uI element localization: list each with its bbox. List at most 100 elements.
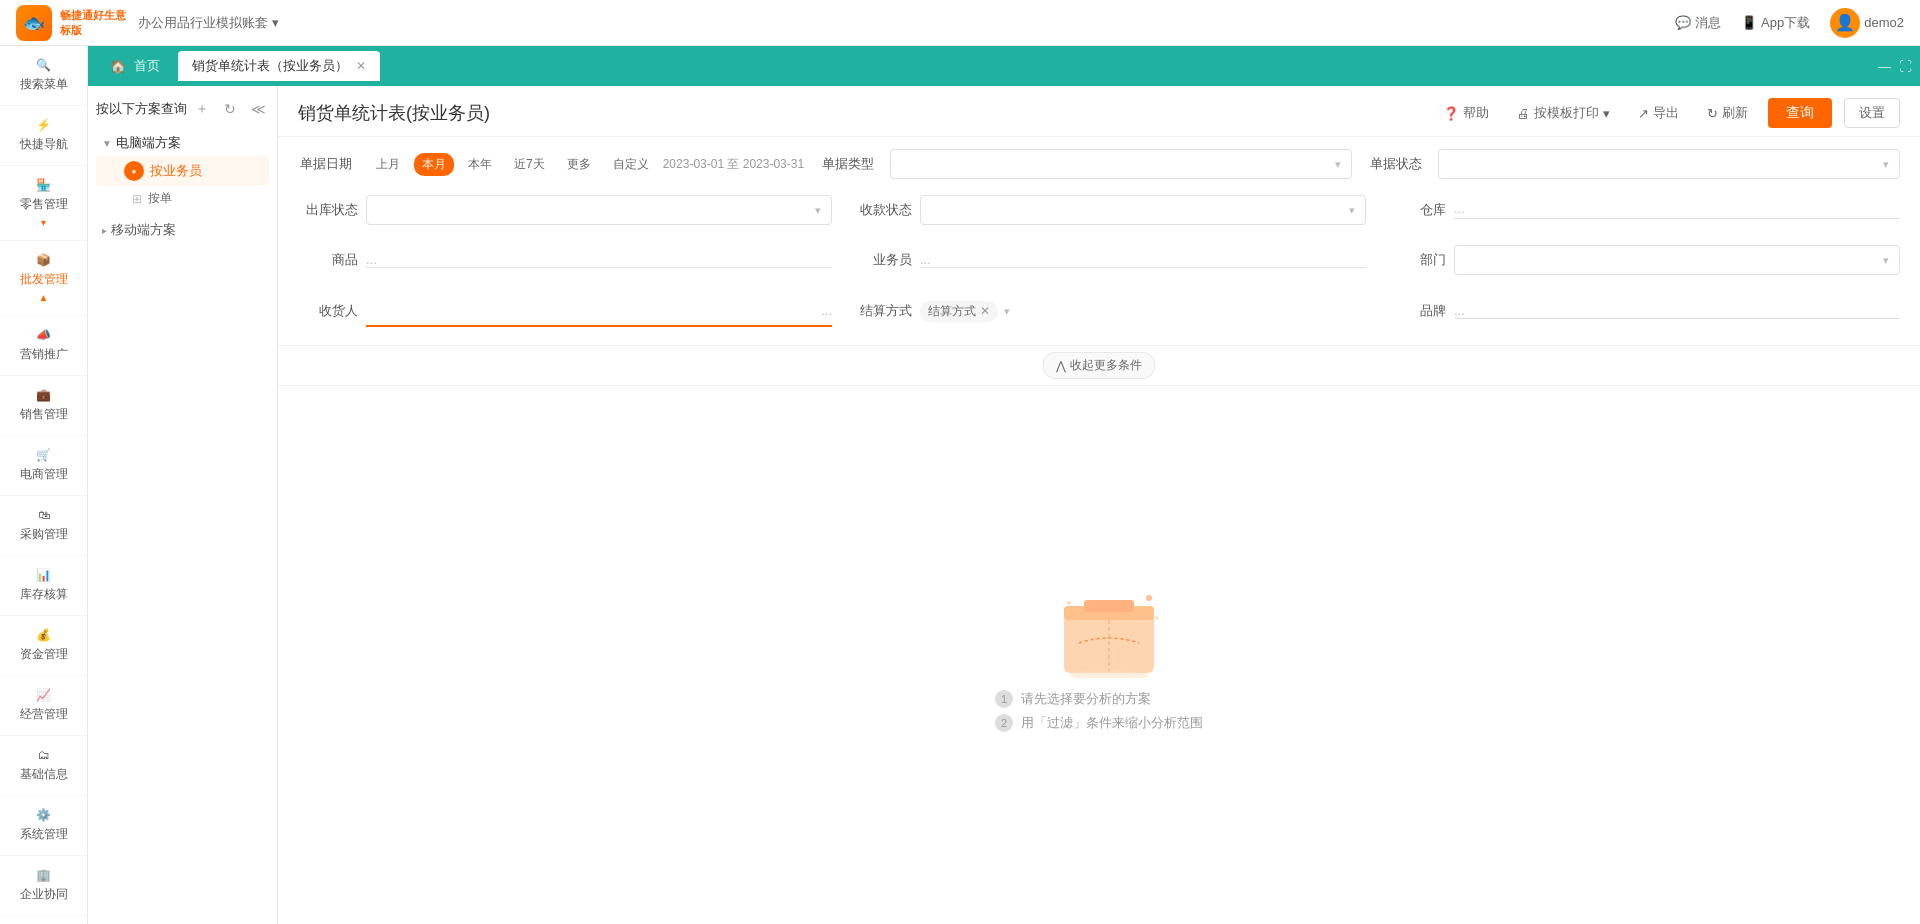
tree-child-bystaff[interactable]: ● 按业务员 xyxy=(96,156,269,186)
panel-refresh-button[interactable]: ↻ xyxy=(219,98,241,120)
receipt-status-select[interactable] xyxy=(920,195,1366,225)
staff-cell: 业务员 ... xyxy=(832,239,1366,281)
sidebar-item-operation[interactable]: 📈 经营管理 xyxy=(0,676,87,736)
sidebar-item-retail[interactable]: 🏪 零售管理 xyxy=(0,166,87,241)
app-download-button[interactable]: 📱 App下载 xyxy=(1741,14,1810,32)
sidebar-item-basic[interactable]: 🗂 基础信息 xyxy=(0,736,87,796)
doc-status-label: 单据状态 xyxy=(1368,155,1422,173)
sidebar-item-enterprise[interactable]: 🏢 企业协同 xyxy=(0,856,87,916)
sidebar-item-ecommerce[interactable]: 🛒 电商管理 xyxy=(0,436,87,496)
retail-chevron-icon xyxy=(41,217,46,228)
sidebar-item-quicknav[interactable]: ⚡ 快捷导航 xyxy=(0,106,87,166)
doc-status-select[interactable] xyxy=(1438,149,1900,179)
sidebar-item-search[interactable]: 🔍 搜索菜单 xyxy=(0,46,87,106)
filter-area: 单据日期 上月 本月 本年 近7天 更多 自定义 2023-03-01 至 20… xyxy=(278,137,1920,346)
export-button[interactable]: ↗ 导出 xyxy=(1630,100,1687,126)
sidebar-item-sales[interactable]: 💼 销售管理 xyxy=(0,376,87,436)
date-filter: 上月 本月 本年 近7天 更多 自定义 2023-03-01 至 2023-03… xyxy=(368,153,804,176)
warehouse-dots-btn[interactable]: ... xyxy=(1454,201,1465,216)
sidebar-item-newguide[interactable]: 🎯 新手引导 xyxy=(0,916,87,924)
panel-add-button[interactable]: ＋ xyxy=(191,98,213,120)
collapse-row: ⋀ 收起更多条件 xyxy=(278,346,1920,386)
collapse-button[interactable]: ⋀ 收起更多条件 xyxy=(1043,352,1155,379)
sidebar-item-inventory[interactable]: 📊 库存核算 xyxy=(0,556,87,616)
ecommerce-icon: 🛒 xyxy=(36,448,51,462)
dept-select[interactable] xyxy=(1454,245,1900,275)
tab-close-icon[interactable]: ✕ xyxy=(356,59,366,73)
avatar: 👤 xyxy=(1830,8,1860,38)
print-chevron-icon xyxy=(1603,106,1610,121)
tree-mobile-section[interactable]: ▸ 移动端方案 xyxy=(96,217,269,243)
date-last-month-btn[interactable]: 上月 xyxy=(368,153,408,176)
settlement-chevron-icon[interactable] xyxy=(1004,305,1010,318)
message-button[interactable]: 💬 消息 xyxy=(1675,14,1721,32)
user-menu[interactable]: 👤 demo2 xyxy=(1830,8,1904,38)
tab-home[interactable]: 🏠 首页 xyxy=(96,51,174,81)
tab-bar: 🏠 首页 销货单统计表（按业务员） ✕ — ⛶ xyxy=(88,46,1920,86)
staff-input-wrap: ... xyxy=(920,252,1366,268)
marketing-icon: 📣 xyxy=(36,328,51,342)
brand-label: 品牌 xyxy=(1386,302,1446,320)
logo-area: 🐟 畅捷通好生意 标版 xyxy=(16,5,126,41)
dept-chevron-icon xyxy=(1883,254,1889,267)
panel-actions: ＋ ↻ ≪ xyxy=(191,98,269,120)
tab-sales-stat[interactable]: 销货单统计表（按业务员） ✕ xyxy=(178,51,380,81)
print-button[interactable]: 🖨 按模板打印 xyxy=(1509,100,1618,126)
basic-icon: 🗂 xyxy=(38,748,50,762)
refresh-button[interactable]: ↻ 刷新 xyxy=(1699,100,1756,126)
tree-desktop-parent[interactable]: ▼ 电脑端方案 xyxy=(96,130,269,156)
refresh-icon: ↻ xyxy=(1707,106,1718,121)
out-status-select[interactable] xyxy=(366,195,832,225)
empty-state: 1 请先选择要分析的方案 2 用「过滤」条件来缩小分析范围 xyxy=(278,386,1920,924)
sidebar-item-finance[interactable]: 💰 资金管理 xyxy=(0,616,87,676)
brand-dots-btn[interactable]: ... xyxy=(1454,303,1465,318)
product-dots-btn[interactable]: ... xyxy=(366,252,377,267)
tab-minimize-icon[interactable]: — xyxy=(1878,59,1891,74)
doc-type-label: 单据类型 xyxy=(820,155,874,173)
dept-label: 部门 xyxy=(1386,251,1446,269)
tab-maximize-icon[interactable]: ⛶ xyxy=(1899,59,1912,74)
export-icon: ↗ xyxy=(1638,106,1649,121)
settlement-cell: 结算方式 结算方式 ✕ xyxy=(832,289,1366,333)
message-icon: 💬 xyxy=(1675,15,1691,30)
receiver-dots-btn[interactable]: ... xyxy=(821,303,832,318)
empty-illustration xyxy=(1049,578,1169,678)
sidebar-item-system[interactable]: ⚙️ 系统管理 xyxy=(0,796,87,856)
date-this-month-btn[interactable]: 本月 xyxy=(414,153,454,176)
doc-type-chevron-icon xyxy=(1335,158,1341,171)
receipt-status-chevron-icon xyxy=(1349,204,1355,217)
filter-row-3: 商品 ... 业务员 ... 部门 xyxy=(298,239,1900,281)
wholesale-icon: 📦 xyxy=(36,253,51,267)
query-button[interactable]: 查询 xyxy=(1768,98,1832,128)
sidebar: 🔍 搜索菜单 ⚡ 快捷导航 🏪 零售管理 📦 批发管理 ▲ 📣 营销推广 💼 销… xyxy=(0,46,88,924)
operation-icon: 📈 xyxy=(36,688,51,702)
step2-num: 2 xyxy=(995,714,1013,732)
sidebar-item-marketing[interactable]: 📣 营销推广 xyxy=(0,316,87,376)
logo-icon: 🐟 xyxy=(16,5,52,41)
panel-collapse-button[interactable]: ≪ xyxy=(247,98,269,120)
sub-icon: ⊞ xyxy=(132,192,142,206)
sales-icon: 💼 xyxy=(36,388,51,402)
date-this-year-btn[interactable]: 本年 xyxy=(460,153,500,176)
account-dropdown[interactable]: 办公用品行业模拟账套 xyxy=(138,14,279,32)
settlement-wrap: 结算方式 ✕ xyxy=(920,301,1366,322)
help-button[interactable]: ❓ 帮助 xyxy=(1435,100,1497,126)
receiver-input[interactable] xyxy=(366,295,821,325)
tree-sub-byorder[interactable]: ⊞ 按单 xyxy=(96,186,269,211)
brand-cell: 品牌 ... xyxy=(1366,289,1900,333)
date-last7-btn[interactable]: 近7天 xyxy=(506,153,553,176)
staff-dots-btn[interactable]: ... xyxy=(920,252,931,267)
brand-input-wrap: ... xyxy=(1454,303,1900,319)
settlement-tag-close[interactable]: ✕ xyxy=(980,304,990,318)
sidebar-item-wholesale[interactable]: 📦 批发管理 ▲ xyxy=(0,241,87,316)
date-more-btn[interactable]: 更多 xyxy=(559,153,599,176)
doc-type-select[interactable] xyxy=(890,149,1352,179)
settings-button[interactable]: 设置 xyxy=(1844,98,1900,128)
mobile-arrow-icon: ▸ xyxy=(102,225,107,236)
sidebar-item-purchase[interactable]: 🛍 采购管理 xyxy=(0,496,87,556)
page-title: 销货单统计表(按业务员) xyxy=(298,101,490,125)
active-indicator: ● xyxy=(124,161,144,181)
download-icon: 📱 xyxy=(1741,15,1757,30)
date-custom-btn[interactable]: 自定义 xyxy=(605,153,657,176)
out-status-cell: 出库状态 xyxy=(298,189,832,231)
